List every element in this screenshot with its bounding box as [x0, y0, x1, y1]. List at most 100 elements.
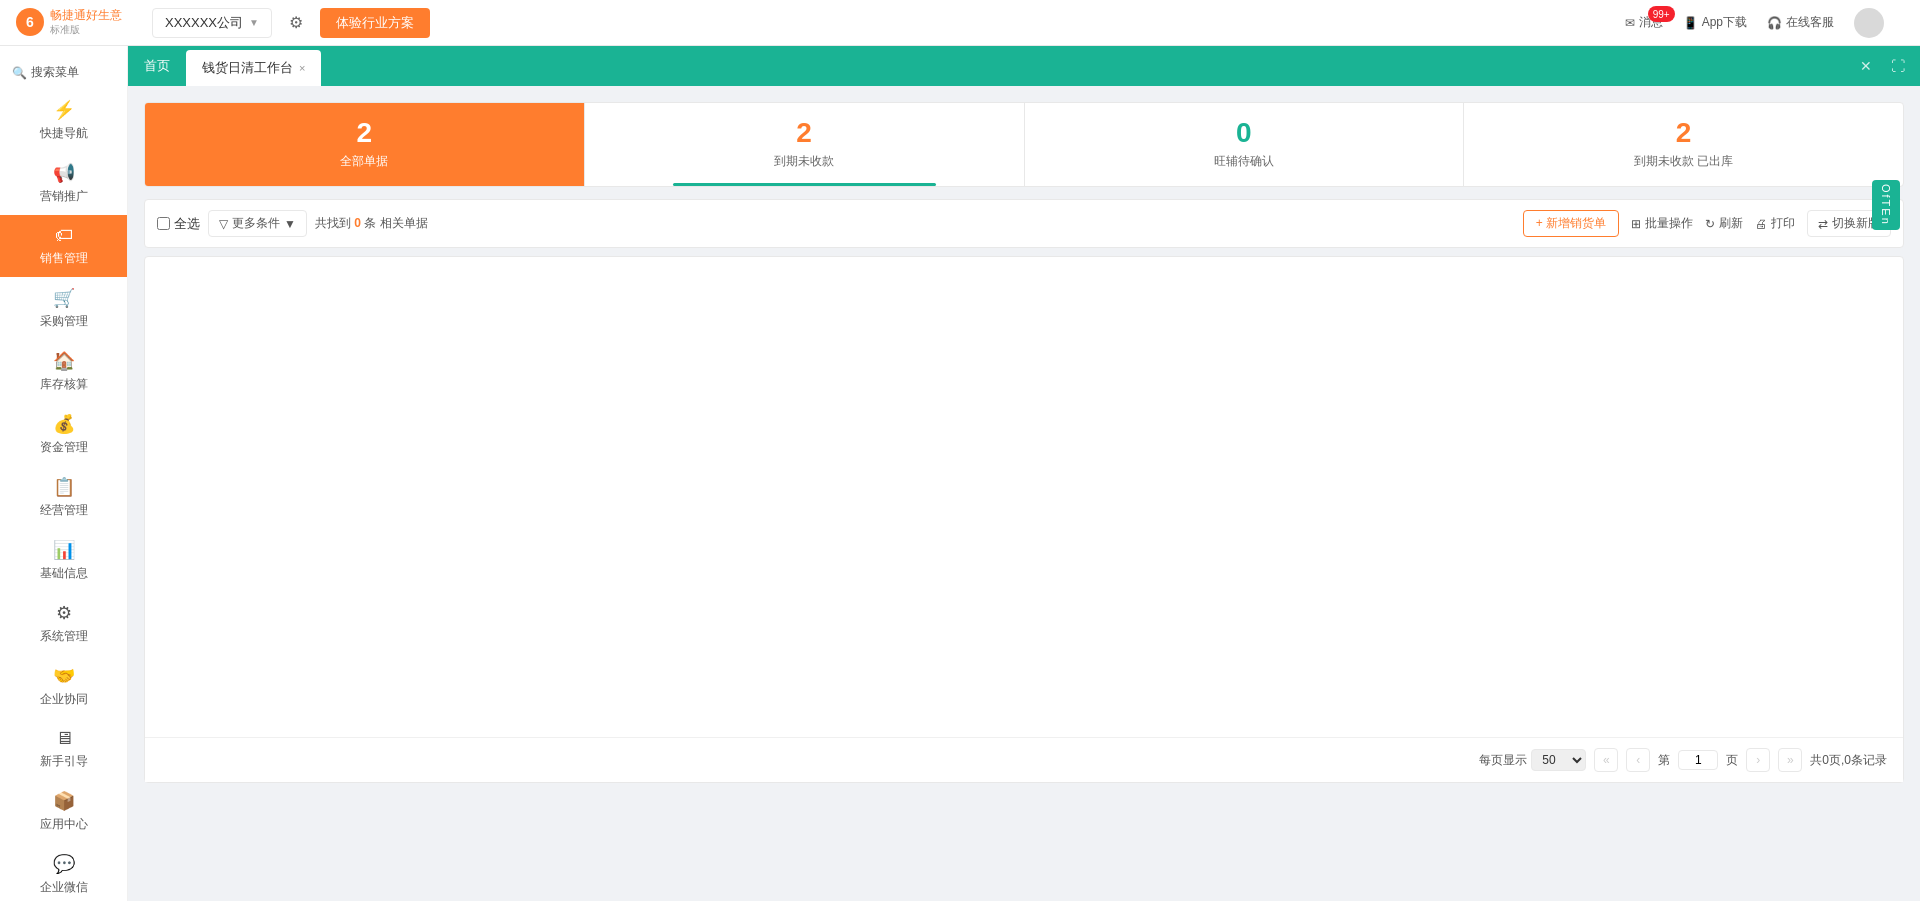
print-icon: 🖨 [1755, 217, 1767, 231]
online-service-label: 在线客服 [1786, 14, 1834, 31]
nav-close-button[interactable]: ✕ [1852, 52, 1880, 80]
service-icon: 🎧 [1767, 16, 1782, 30]
sidebar-label-basic-info: 基础信息 [40, 565, 88, 582]
sidebar-item-inventory[interactable]: 🏠 库存核算 [0, 340, 127, 403]
card-wangpu-label: 旺辅待确认 [1037, 153, 1452, 170]
active-tab-label: 钱货日清工作台 [202, 59, 293, 77]
logo-text: 畅捷通好生意 [50, 8, 122, 22]
sidebar-item-capital[interactable]: 💰 资金管理 [0, 403, 127, 466]
page-size-label: 每页显示 [1479, 752, 1527, 769]
found-count: 0 [354, 216, 361, 230]
toolbar: 全选 ▽ 更多条件 ▼ 共找到 0 条 相关单据 + 新增销货单 ⊞ 批量操作 … [144, 199, 1904, 248]
sidebar-item-marketing[interactable]: 📢 营销推广 [0, 152, 127, 215]
sidebar-label-capital: 资金管理 [40, 439, 88, 456]
refresh-icon: ↻ [1705, 217, 1715, 231]
quick-nav-icon: ⚡ [53, 99, 75, 121]
purchase-icon: 🛒 [53, 287, 75, 309]
card-overdue-out[interactable]: 2 到期未收款 已出库 [1464, 103, 1903, 186]
chevron-down-icon: ▼ [249, 17, 259, 28]
add-sales-order-button[interactable]: + 新增销货单 [1523, 210, 1619, 237]
search-menu-button[interactable]: 🔍 搜索菜单 [0, 56, 127, 89]
header-right: ✉ 消息 99+ 📱 App下载 🎧 在线客服 [1625, 8, 1904, 38]
refresh-button[interactable]: ↻ 刷新 [1705, 215, 1743, 232]
logo-text-block: 畅捷通好生意 标准版 [50, 8, 122, 36]
next-page-button[interactable]: › [1746, 748, 1770, 772]
first-page-button[interactable]: « [1594, 748, 1618, 772]
online-service-button[interactable]: 🎧 在线客服 [1767, 14, 1834, 31]
trial-button[interactable]: 体验行业方案 [320, 8, 430, 38]
card-overdue-out-number: 2 [1476, 119, 1891, 147]
tab-active[interactable]: 钱货日清工作台 × [186, 50, 321, 86]
enterprise-icon: 🤝 [53, 665, 75, 687]
settings-button[interactable]: ⚙ [280, 7, 312, 39]
avatar[interactable] [1854, 8, 1884, 38]
summary-cards: 2 全部单据 2 到期未收款 0 旺辅待确认 2 到期未收款 已出库 [144, 102, 1904, 187]
logo-sub: 标准版 [50, 23, 122, 37]
page-size-select[interactable]: 50 100 200 [1531, 749, 1586, 771]
filter-label: 更多条件 [232, 215, 280, 232]
sidebar-item-quick-nav[interactable]: ⚡ 快捷导航 [0, 89, 127, 152]
sidebar-item-wechat[interactable]: 💬 企业微信 [0, 843, 127, 901]
prev-page-button[interactable]: ‹ [1626, 748, 1650, 772]
card-underline [673, 183, 936, 186]
last-page-button[interactable]: » [1778, 748, 1802, 772]
card-overdue[interactable]: 2 到期未收款 [585, 103, 1025, 186]
sidebar-label-enterprise: 企业协同 [40, 691, 88, 708]
sidebar-label-guide: 新手引导 [40, 753, 88, 770]
message-icon: ✉ [1625, 16, 1635, 30]
sidebar-item-sales[interactable]: 🏷 销售管理 [0, 215, 127, 277]
sidebar: 🔍 搜索菜单 ⚡ 快捷导航 📢 营销推广 🏷 销售管理 🛒 采购管理 🏠 库存核… [0, 46, 128, 901]
app-download-button[interactable]: 📱 App下载 [1683, 14, 1747, 31]
marketing-icon: 📢 [53, 162, 75, 184]
sidebar-item-app-center[interactable]: 📦 应用中心 [0, 780, 127, 843]
company-selector[interactable]: XXXXXX公司 ▼ [152, 8, 272, 38]
switch-icon: ⇄ [1818, 217, 1828, 231]
sidebar-item-purchase[interactable]: 🛒 采购管理 [0, 277, 127, 340]
batch-operations-button[interactable]: ⊞ 批量操作 [1631, 215, 1693, 232]
batch-icon: ⊞ [1631, 217, 1641, 231]
page-label: 第 [1658, 752, 1670, 769]
filter-button[interactable]: ▽ 更多条件 ▼ [208, 210, 307, 237]
sidebar-label-sales: 销售管理 [40, 250, 88, 267]
messages-button[interactable]: ✉ 消息 99+ [1625, 14, 1663, 31]
batch-label: 批量操作 [1645, 215, 1693, 232]
select-all-label: 全选 [174, 215, 200, 233]
sidebar-label-quick-nav: 快捷导航 [40, 125, 88, 142]
select-all-input[interactable] [157, 217, 170, 230]
guide-icon: 🖥 [55, 728, 73, 749]
print-button[interactable]: 🖨 打印 [1755, 215, 1795, 232]
sales-icon: 🏷 [55, 225, 73, 246]
sidebar-label-wechat: 企业微信 [40, 879, 88, 896]
capital-icon: 💰 [53, 413, 75, 435]
card-wangpu-number: 0 [1037, 119, 1452, 147]
sidebar-top: 🔍 搜索菜单 ⚡ 快捷导航 📢 营销推广 🏷 销售管理 🛒 采购管理 🏠 库存核… [0, 46, 127, 901]
tab-home[interactable]: 首页 [128, 46, 186, 86]
select-all-checkbox[interactable]: 全选 [157, 215, 200, 233]
page-suffix: 页 [1726, 752, 1738, 769]
sidebar-label-operations: 经营管理 [40, 502, 88, 519]
sidebar-item-guide[interactable]: 🖥 新手引导 [0, 718, 127, 780]
card-all[interactable]: 2 全部单据 [145, 103, 585, 186]
nav-maximize-button[interactable]: ⛶ [1884, 52, 1912, 80]
card-wangpu[interactable]: 0 旺辅待确认 [1025, 103, 1465, 186]
page-number-input[interactable] [1678, 750, 1718, 770]
found-text: 共找到 0 条 相关单据 [315, 215, 428, 232]
sidebar-item-system[interactable]: ⚙ 系统管理 [0, 592, 127, 655]
wechat-icon: 💬 [53, 853, 75, 875]
sidebar-label-purchase: 采购管理 [40, 313, 88, 330]
toolbar-right: + 新增销货单 ⊞ 批量操作 ↻ 刷新 🖨 打印 ⇄ 切换新版 [1523, 210, 1891, 237]
total-text: 共0页,0条记录 [1810, 752, 1887, 769]
tab-close-icon[interactable]: × [299, 62, 305, 74]
nav-right-actions: ✕ ⛶ [1852, 52, 1920, 80]
refresh-label: 刷新 [1719, 215, 1743, 232]
sidebar-item-basic-info[interactable]: 📊 基础信息 [0, 529, 127, 592]
filter-icon: ▽ [219, 217, 228, 231]
sidebar-item-operations[interactable]: 📋 经营管理 [0, 466, 127, 529]
app-download-label: App下载 [1702, 14, 1747, 31]
pagination-bar: 每页显示 50 100 200 « ‹ 第 页 › » 共0页,0条记录 [145, 737, 1903, 782]
app-center-icon: 📦 [53, 790, 75, 812]
sidebar-label-marketing: 营销推广 [40, 188, 88, 205]
system-icon: ⚙ [56, 602, 72, 624]
often-badge[interactable]: OfTEn [1872, 180, 1900, 230]
sidebar-item-enterprise[interactable]: 🤝 企业协同 [0, 655, 127, 718]
